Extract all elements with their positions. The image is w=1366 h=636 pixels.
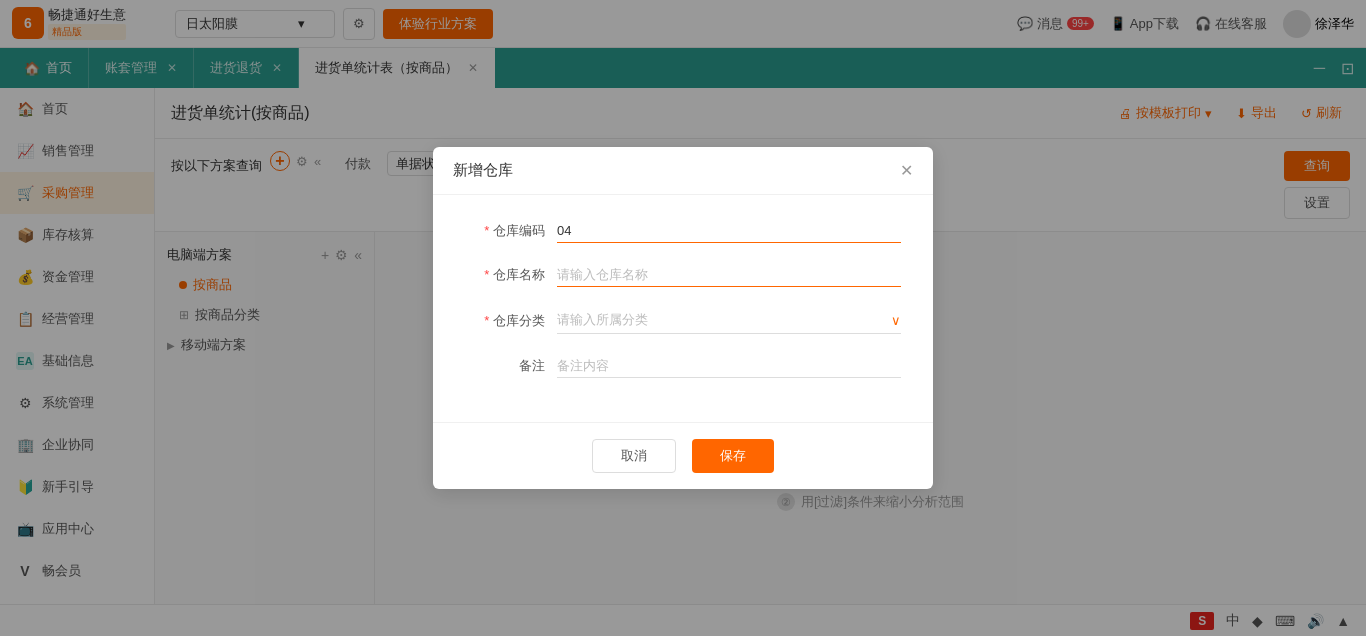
modal-close-button[interactable]: ✕ <box>900 161 913 180</box>
warehouse-category-label: 仓库分类 <box>465 312 545 330</box>
remarks-label: 备注 <box>465 357 545 375</box>
modal-overlay[interactable]: 新增仓库 ✕ 仓库编码 仓库名称 仓库分类 <box>0 0 1366 636</box>
warehouse-name-label: 仓库名称 <box>465 266 545 284</box>
form-row-code: 仓库编码 <box>465 219 901 243</box>
modal-header: 新增仓库 ✕ <box>433 147 933 195</box>
warehouse-code-input[interactable] <box>557 219 901 243</box>
category-arrow-icon: ∨ <box>891 313 901 328</box>
warehouse-category-select[interactable]: 请输入所属分类 ∨ <box>557 307 901 334</box>
form-row-name: 仓库名称 <box>465 263 901 287</box>
add-warehouse-modal: 新增仓库 ✕ 仓库编码 仓库名称 仓库分类 <box>433 147 933 489</box>
save-button[interactable]: 保存 <box>692 439 774 473</box>
warehouse-code-label: 仓库编码 <box>465 222 545 240</box>
modal-title: 新增仓库 <box>453 161 513 180</box>
remarks-input[interactable] <box>557 354 901 378</box>
modal-footer: 取消 保存 <box>433 422 933 489</box>
cancel-button[interactable]: 取消 <box>592 439 676 473</box>
modal-body: 仓库编码 仓库名称 仓库分类 请输入所属分类 ∨ <box>433 195 933 422</box>
warehouse-name-input[interactable] <box>557 263 901 287</box>
form-row-category: 仓库分类 请输入所属分类 ∨ <box>465 307 901 334</box>
category-placeholder: 请输入所属分类 <box>557 311 648 329</box>
form-row-remarks: 备注 <box>465 354 901 378</box>
